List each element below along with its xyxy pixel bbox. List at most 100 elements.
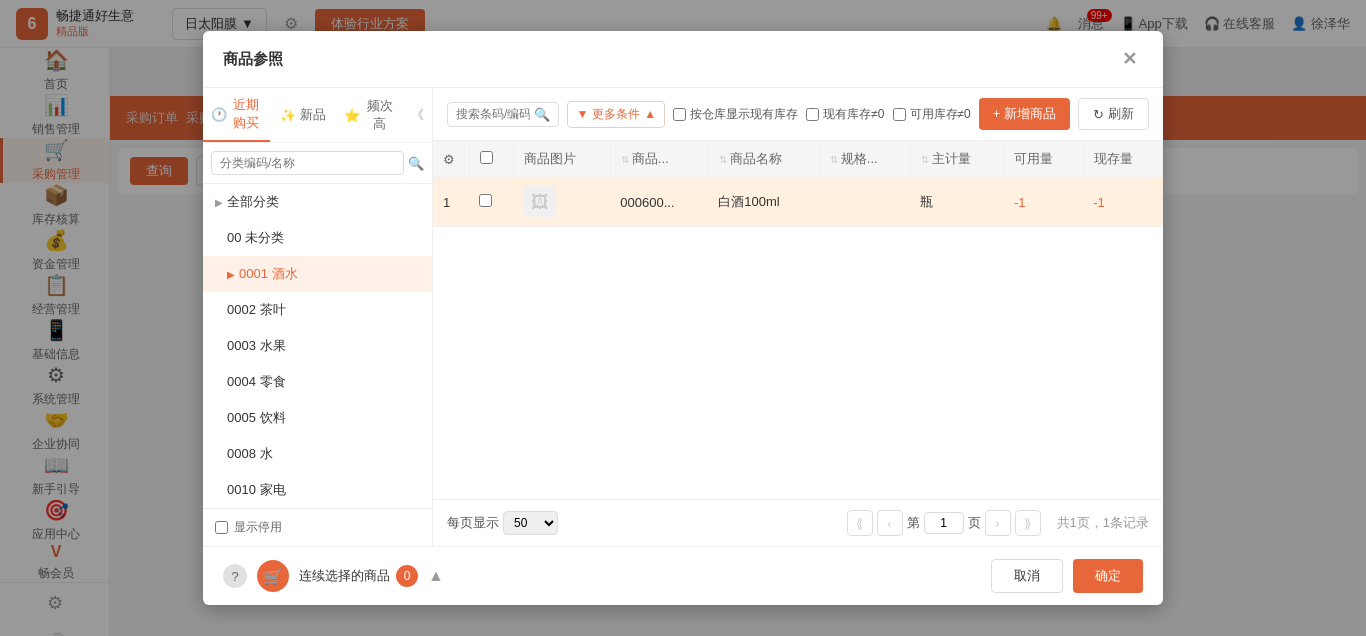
more-filters-button[interactable]: ▼ 更多条件 ▲	[567, 101, 665, 128]
image-placeholder-icon: 🖼	[531, 192, 549, 213]
col-spec[interactable]: ⇅ 规格...	[819, 141, 910, 178]
row-spec	[819, 178, 910, 227]
col-name[interactable]: ⇅ 商品名称	[708, 141, 819, 178]
col-stock: 现存量	[1083, 141, 1162, 178]
category-list: ▶ 全部分类 00 未分类 ▶ 0001 酒水 0002 茶叶 0003 水果	[203, 184, 432, 508]
row-code: 000600...	[610, 178, 708, 227]
per-page-label: 每页显示	[447, 514, 499, 532]
modal-toolbar: 🔍 ▼ 更多条件 ▲ 按仓库显示现有库存 现有库存≠0	[433, 88, 1163, 141]
product-table: ⚙ 商品图片 ⇅ 商品...	[433, 141, 1163, 227]
warehouse-checkbox[interactable]	[673, 108, 686, 121]
category-item-appliances[interactable]: 0010 家电	[203, 472, 432, 508]
col-settings[interactable]: ⚙	[433, 141, 469, 178]
last-page-btn[interactable]: ⟫	[1015, 510, 1041, 536]
arrow-right-active-icon: ▶	[227, 269, 235, 280]
product-thumbnail: 🖼	[524, 186, 556, 218]
category-search-icon[interactable]: 🔍	[408, 156, 424, 171]
modal-close-button[interactable]: ✕	[1115, 45, 1143, 73]
modal-body: 🕐 近期购买 ✨ 新品 ⭐ 频次高 《 🔍	[203, 88, 1163, 546]
page-suffix: 页	[968, 514, 981, 532]
selected-count-badge: 0	[396, 565, 418, 587]
search-icon[interactable]: 🔍	[534, 107, 550, 122]
star-icon: ⭐	[344, 108, 360, 123]
footer-left-area: ? 🛒 连续选择的商品 0 ▲	[223, 560, 444, 592]
col-image: 商品图片	[514, 141, 610, 178]
tab-recent-purchase[interactable]: 🕐 近期购买	[203, 88, 270, 142]
collapse-left-btn[interactable]: 《	[403, 88, 432, 142]
filter-icon: ▼	[576, 107, 588, 121]
sort-icon4: ⇅	[921, 154, 929, 165]
new-icon: ✨	[280, 108, 296, 123]
chevron-up-icon: ▲	[644, 107, 656, 121]
category-item-unclassified[interactable]: 00 未分类	[203, 220, 432, 256]
col-unit[interactable]: ⇅ 主计量	[910, 141, 1004, 178]
category-item-all[interactable]: ▶ 全部分类	[203, 184, 432, 220]
sort-icon: ⇅	[621, 154, 629, 165]
modal-overlay: 商品参照 ✕ 🕐 近期购买 ✨ 新品 ⭐ 频次高	[0, 0, 1366, 636]
product-search-input[interactable]	[456, 107, 530, 121]
row-index: 1	[433, 178, 469, 227]
nonzero-stock-filter[interactable]: 现有库存≠0	[806, 106, 884, 123]
clock-icon: 🕐	[211, 107, 227, 122]
cart-icon[interactable]: 🛒	[257, 560, 289, 592]
row-check[interactable]	[469, 178, 514, 227]
category-item-fruit[interactable]: 0003 水果	[203, 328, 432, 364]
available-nonzero-filter[interactable]: 可用库存≠0	[893, 106, 971, 123]
fold-icon[interactable]: ▲	[428, 567, 444, 585]
row-stock: -1	[1083, 178, 1162, 227]
category-item-tea[interactable]: 0002 茶叶	[203, 292, 432, 328]
category-search-input[interactable]	[211, 151, 404, 175]
per-page-select[interactable]: 50 100 200	[503, 511, 558, 535]
search-tabs: 🕐 近期购买 ✨ 新品 ⭐ 频次高 《	[203, 88, 432, 143]
category-item-snacks[interactable]: 0004 零食	[203, 364, 432, 400]
modal-right-panel: 🔍 ▼ 更多条件 ▲ 按仓库显示现有库存 现有库存≠0	[433, 88, 1163, 546]
available-nonzero-checkbox[interactable]	[893, 108, 906, 121]
page-total-info: 共1页，1条记录	[1057, 514, 1149, 532]
category-search-bar: 🔍	[203, 143, 432, 184]
refresh-button[interactable]: ↻ 刷新	[1078, 98, 1149, 130]
warehouse-filter[interactable]: 按仓库显示现有库存	[673, 106, 798, 123]
category-item-water[interactable]: 0008 水	[203, 436, 432, 472]
pagination-bar: 每页显示 50 100 200 ⟪ ‹ 第 页 ›	[433, 499, 1163, 546]
sort-icon2: ⇅	[719, 154, 727, 165]
add-product-button[interactable]: + 新增商品	[979, 98, 1070, 130]
show-disabled-area: 显示停用	[203, 508, 432, 546]
modal-header: 商品参照 ✕	[203, 31, 1163, 88]
refresh-icon: ↻	[1093, 107, 1104, 122]
arrow-right-icon: ▶	[215, 197, 223, 208]
page-navigation: ⟪ ‹ 第 页 › ⟫	[847, 510, 1041, 536]
modal-left-panel: 🕐 近期购买 ✨ 新品 ⭐ 频次高 《 🔍	[203, 88, 433, 546]
category-item-drinks[interactable]: 0005 饮料	[203, 400, 432, 436]
continuous-select-label: 连续选择的商品 0	[299, 565, 418, 587]
table-row[interactable]: 1 🖼 000600... 白酒100ml 瓶	[433, 178, 1163, 227]
modal-footer: ? 🛒 连续选择的商品 0 ▲ 取消 确定	[203, 546, 1163, 605]
help-icon[interactable]: ?	[223, 564, 247, 588]
select-all-checkbox[interactable]	[480, 151, 493, 164]
product-search-bar: 🔍	[447, 102, 559, 127]
sort-icon3: ⇅	[830, 154, 838, 165]
nonzero-stock-checkbox[interactable]	[806, 108, 819, 121]
page-label: 第	[907, 514, 920, 532]
col-available: 可用量	[1004, 141, 1083, 178]
per-page-selector: 每页显示 50 100 200	[447, 511, 558, 535]
cancel-button[interactable]: 取消	[991, 559, 1063, 593]
row-image: 🖼	[514, 178, 610, 227]
col-code[interactable]: ⇅ 商品...	[610, 141, 708, 178]
first-page-btn[interactable]: ⟪	[847, 510, 873, 536]
show-disabled-checkbox[interactable]	[215, 521, 228, 534]
category-item-liquor[interactable]: ▶ 0001 酒水	[203, 256, 432, 292]
confirm-button[interactable]: 确定	[1073, 559, 1143, 593]
show-disabled-label: 显示停用	[234, 519, 282, 536]
modal-title: 商品参照	[223, 50, 283, 69]
product-table-wrapper: ⚙ 商品图片 ⇅ 商品...	[433, 141, 1163, 499]
page-input[interactable]	[924, 512, 964, 534]
next-page-btn[interactable]: ›	[985, 510, 1011, 536]
row-name: 白酒100ml	[708, 178, 819, 227]
row-available: -1	[1004, 178, 1083, 227]
row-unit: 瓶	[910, 178, 1004, 227]
tab-frequent[interactable]: ⭐ 频次高	[336, 88, 403, 142]
tab-new-products[interactable]: ✨ 新品	[270, 88, 337, 142]
col-check	[469, 141, 514, 178]
prev-page-btn[interactable]: ‹	[877, 510, 903, 536]
footer-right-area: 取消 确定	[991, 559, 1143, 593]
